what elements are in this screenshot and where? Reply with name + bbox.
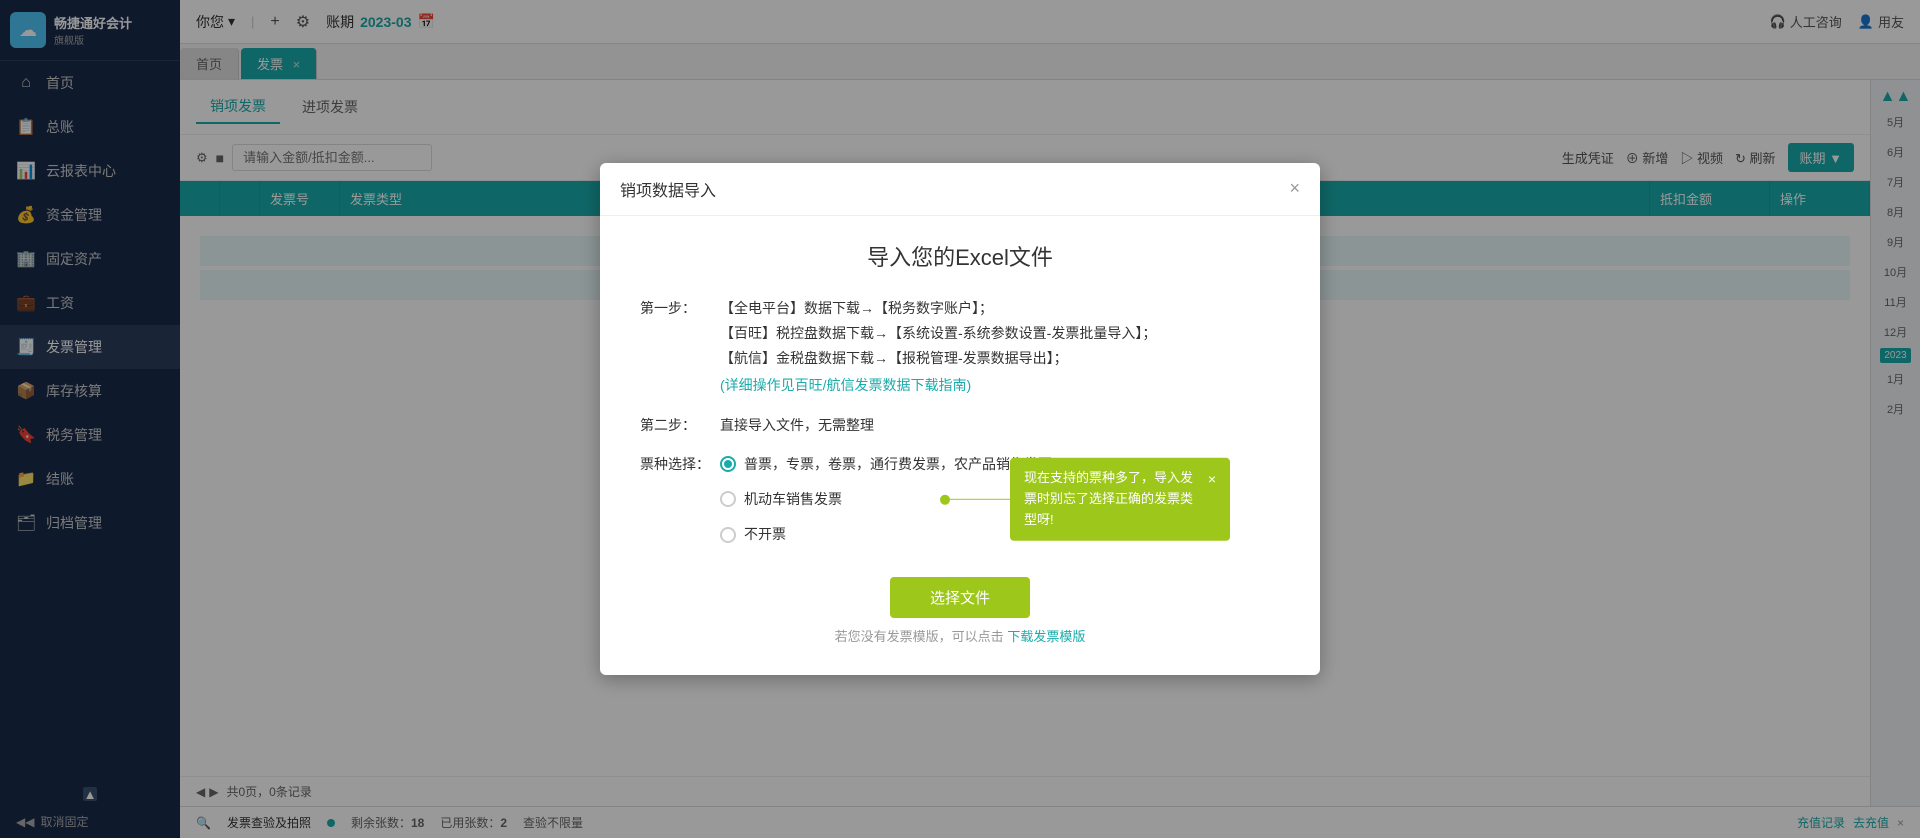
- modal-title: 销项数据导入: [620, 177, 716, 201]
- import-modal: 销项数据导入 × 导入您的Excel文件 第一步： 【全电平台】数据下载→【税务…: [600, 163, 1320, 676]
- step1-label: 第一步：: [640, 296, 720, 399]
- step1-desc: 【全电平台】数据下载→【税务数字账户】； 【百旺】税控盘数据下载→【系统设置-系…: [720, 296, 1280, 399]
- select-file-area: 选择文件 若您没有发票模版，可以点击 下载发票模版: [640, 577, 1280, 645]
- modal-body: 导入您的Excel文件 第一步： 【全电平台】数据下载→【税务数字账户】； 【百…: [600, 216, 1320, 676]
- radio-vehicle[interactable]: [720, 491, 736, 507]
- radio-noticket[interactable]: [720, 527, 736, 543]
- step1-guide-link[interactable]: (详细操作见百旺/航信发票数据下载指南): [720, 377, 971, 393]
- step1-line-3: 【航信】金税盘数据下载→【报税管理-发票数据导出】；: [720, 346, 1280, 371]
- step1-flex: 第一步： 【全电平台】数据下载→【税务数字账户】； 【百旺】税控盘数据下载→【系…: [640, 296, 1280, 399]
- step1-row: 第一步： 【全电平台】数据下载→【税务数字账户】； 【百旺】税控盘数据下载→【系…: [640, 296, 1280, 399]
- ticket-vehicle-label: 机动车销售发票: [744, 487, 842, 512]
- tooltip-area: × 现在支持的票种多了，导入发票时别忘了选择正确的发票类型呀!: [940, 458, 1230, 540]
- step1-line-1: 【全电平台】数据下载→【税务数字账户】；: [720, 296, 1280, 321]
- step2-row: 第二步： 直接导入文件，无需整理: [640, 413, 1280, 438]
- tooltip-line: [950, 499, 1010, 500]
- step1-line-2: 【百旺】税控盘数据下载→【系统设置-系统参数设置-发票批量导入】；: [720, 321, 1280, 346]
- ticket-option-vehicle[interactable]: 机动车销售发票 × 现在支持的票种多了，导入发票时别忘了选择正确的发票类型呀!: [720, 487, 1280, 512]
- ticket-label: 票种选择：: [640, 452, 720, 558]
- tooltip-dot: [940, 494, 950, 504]
- download-template-row: 若您没有发票模版，可以点击 下载发票模版: [640, 626, 1280, 645]
- step1-link[interactable]: (详细操作见百旺/航信发票数据下载指南): [720, 373, 1280, 398]
- modal-overlay: 销项数据导入 × 导入您的Excel文件 第一步： 【全电平台】数据下载→【税务…: [0, 0, 1920, 838]
- tooltip-box: × 现在支持的票种多了，导入发票时别忘了选择正确的发票类型呀!: [1010, 458, 1230, 540]
- download-template-link[interactable]: 下载发票模版: [1007, 629, 1085, 644]
- step2-flex: 第二步： 直接导入文件，无需整理: [640, 413, 1280, 438]
- modal-main-title: 导入您的Excel文件: [640, 240, 1280, 272]
- radio-normal-inner: [724, 460, 732, 468]
- ticket-noticket-label: 不开票: [744, 522, 786, 547]
- step2-label: 第二步：: [640, 413, 720, 438]
- ticket-selection-row: 票种选择： 普票，专票，卷票，通行费发票，农产品销售发票 机动车销售: [640, 452, 1280, 558]
- select-file-btn[interactable]: 选择文件: [890, 577, 1030, 618]
- modal-header: 销项数据导入 ×: [600, 163, 1320, 216]
- tooltip-close-btn[interactable]: ×: [1208, 468, 1216, 490]
- template-text: 若您没有发票模版，可以点击: [835, 629, 1004, 644]
- ticket-flex: 票种选择： 普票，专票，卷票，通行费发票，农产品销售发票 机动车销售: [640, 452, 1280, 558]
- radio-normal[interactable]: [720, 456, 736, 472]
- ticket-options: 普票，专票，卷票，通行费发票，农产品销售发票 机动车销售发票 ×: [720, 452, 1280, 558]
- modal-close-btn[interactable]: ×: [1289, 178, 1300, 199]
- tooltip-content: 现在支持的票种多了，导入发票时别忘了选择正确的发票类型呀!: [1024, 470, 1193, 527]
- step2-desc: 直接导入文件，无需整理: [720, 413, 1280, 438]
